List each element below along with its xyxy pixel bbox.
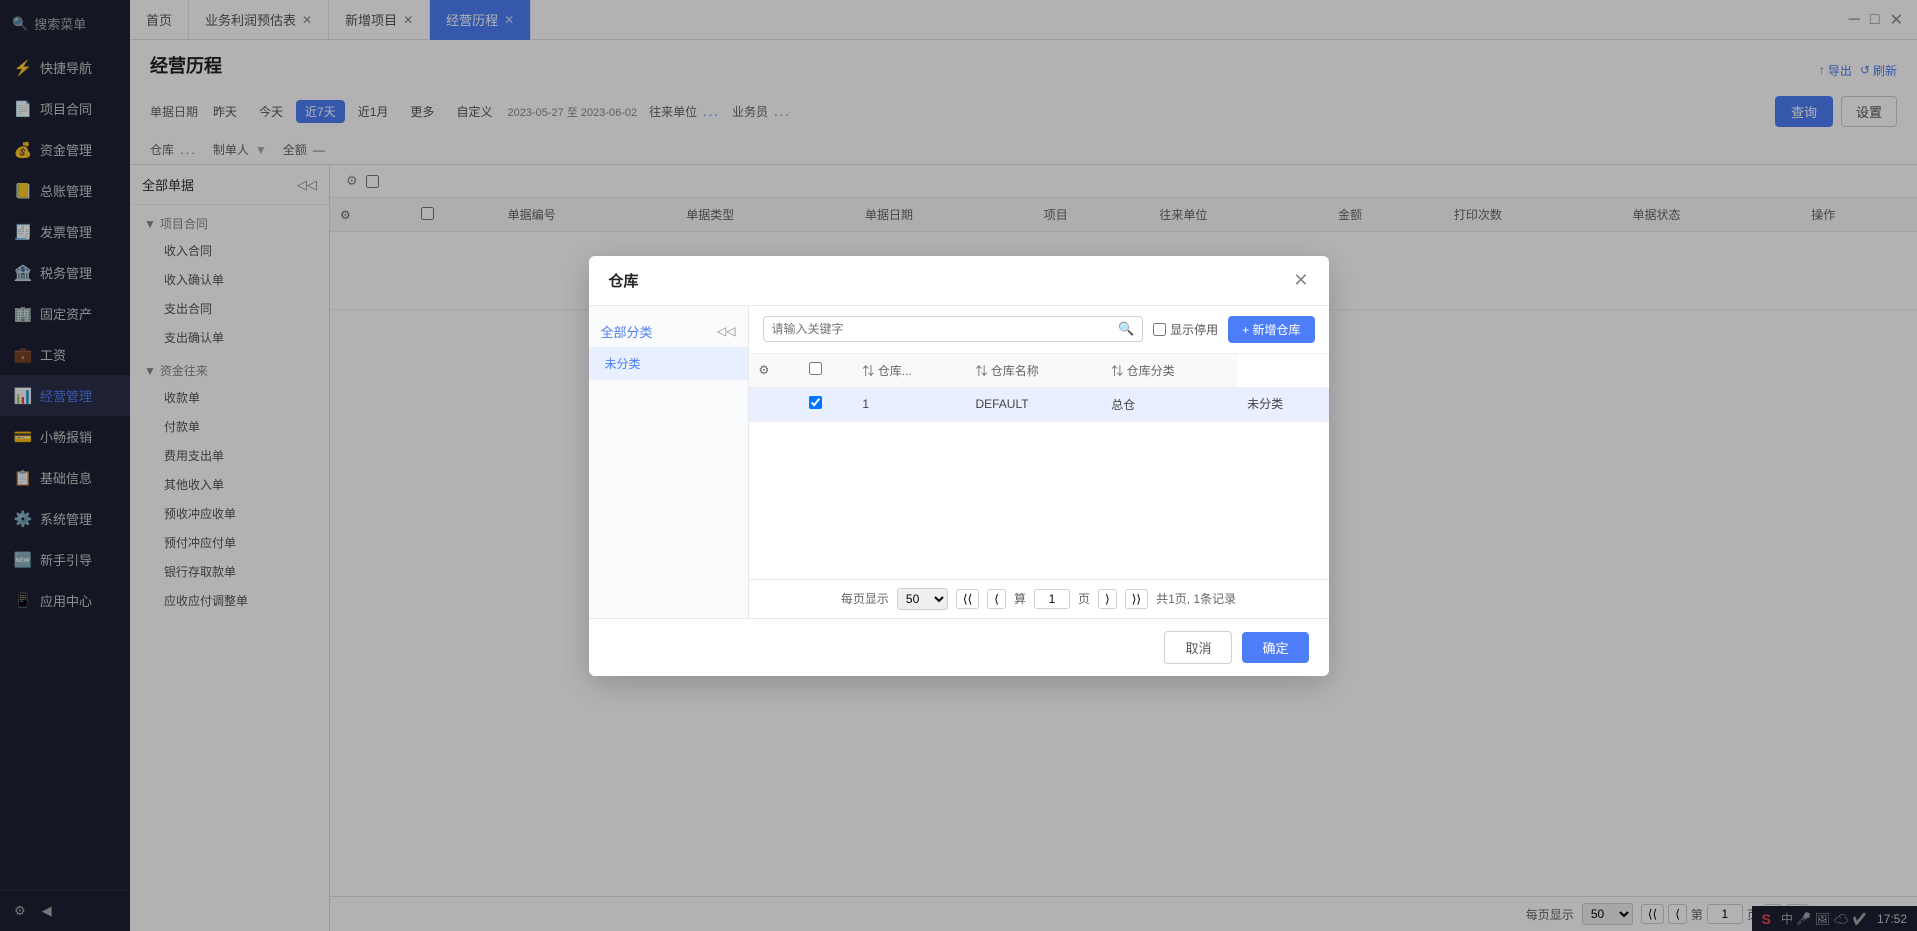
modal-row-category: 未分类 <box>1237 387 1328 421</box>
modal-search-box[interactable]: 🔍 <box>763 316 1144 342</box>
modal-col-code: ⇅ 仓库... <box>852 354 965 388</box>
modal-prev-page[interactable]: ⟨ <box>987 589 1006 609</box>
modal-next-page[interactable]: ⟩ <box>1098 589 1117 609</box>
modal-per-page-label: 每页显示 <box>841 590 889 607</box>
modal-close-button[interactable]: ✕ <box>1293 270 1308 291</box>
modal-collapse-icon[interactable]: ◁◁ <box>717 324 735 338</box>
modal-left-items: 未分类 <box>589 347 748 380</box>
modal-row-name: 总仓 <box>1101 387 1237 421</box>
modal-page-input[interactable] <box>1034 589 1070 609</box>
modal-footer: 取消 确定 <box>589 618 1329 676</box>
modal-row-settings <box>749 387 799 421</box>
modal-pagination-bar: 每页显示 50 100 ⟨⟨ ⟨ 算 页 ⟩ ⟩⟩ 共1页, 1条记录 <box>749 579 1329 618</box>
modal-col-settings-icon[interactable]: ⚙ <box>759 363 770 377</box>
warehouse-modal: 仓库 ✕ 全部分类 ◁◁ 未分类 🔍 <box>589 256 1329 676</box>
modal-page-unit: 页 <box>1078 590 1090 607</box>
add-warehouse-button[interactable]: + 新增仓库 <box>1228 316 1314 343</box>
modal-table-row[interactable]: 1 DEFAULT 总仓 未分类 <box>749 387 1329 421</box>
modal-body: 全部分类 ◁◁ 未分类 🔍 显示停用 + 新增仓库 <box>589 306 1329 618</box>
modal-header: 仓库 ✕ <box>589 256 1329 306</box>
modal-right-panel: 🔍 显示停用 + 新增仓库 ⚙ ⇅ 仓库...⇅ 仓库名称⇅ 仓库分类 <box>749 306 1329 618</box>
modal-col-checkbox[interactable] <box>809 362 822 375</box>
modal-title: 仓库 <box>609 270 639 291</box>
modal-table-header: ⚙ ⇅ 仓库...⇅ 仓库名称⇅ 仓库分类 <box>749 354 1329 388</box>
modal-left-panel: 全部分类 ◁◁ 未分类 <box>589 306 749 618</box>
modal-row-check[interactable] <box>809 396 822 409</box>
modal-page-label: 算 <box>1014 590 1026 607</box>
modal-confirm-button[interactable]: 确定 <box>1242 632 1308 663</box>
modal-row-checkbox[interactable] <box>799 387 853 421</box>
modal-left-item-uncategorized[interactable]: 未分类 <box>589 347 748 380</box>
modal-search-input[interactable] <box>772 322 1114 336</box>
modal-first-page[interactable]: ⟨⟨ <box>956 589 979 609</box>
modal-toolbar: 🔍 显示停用 + 新增仓库 <box>749 306 1329 354</box>
modal-col-category: ⇅ 仓库分类 <box>1101 354 1237 388</box>
modal-last-page[interactable]: ⟩⟩ <box>1125 589 1148 609</box>
modal-col-settings: ⚙ <box>749 354 799 388</box>
modal-per-page-select[interactable]: 50 100 <box>897 588 948 610</box>
modal-table: ⚙ ⇅ 仓库...⇅ 仓库名称⇅ 仓库分类 1 DEFAULT 总仓 未分类 <box>749 354 1329 422</box>
modal-total-label: 共1页, 1条记录 <box>1156 590 1236 607</box>
show-disabled-label[interactable]: 显示停用 <box>1153 321 1218 338</box>
modal-cancel-button[interactable]: 取消 <box>1164 631 1232 664</box>
modal-table-body: 1 DEFAULT 总仓 未分类 <box>749 387 1329 421</box>
modal-table-area: ⚙ ⇅ 仓库...⇅ 仓库名称⇅ 仓库分类 1 DEFAULT 总仓 未分类 <box>749 354 1329 579</box>
modal-col-checkbox <box>799 354 853 388</box>
modal-row-code: DEFAULT <box>965 387 1101 421</box>
modal-row-id: 1 <box>852 387 965 421</box>
modal-col-name: ⇅ 仓库名称 <box>965 354 1101 388</box>
show-disabled-checkbox[interactable] <box>1153 323 1166 336</box>
modal-overlay: 仓库 ✕ 全部分类 ◁◁ 未分类 🔍 <box>0 0 1917 931</box>
modal-search-icon: 🔍 <box>1118 321 1134 337</box>
modal-left-header: 全部分类 ◁◁ <box>589 316 748 347</box>
modal-left-title: 全部分类 <box>601 322 653 341</box>
